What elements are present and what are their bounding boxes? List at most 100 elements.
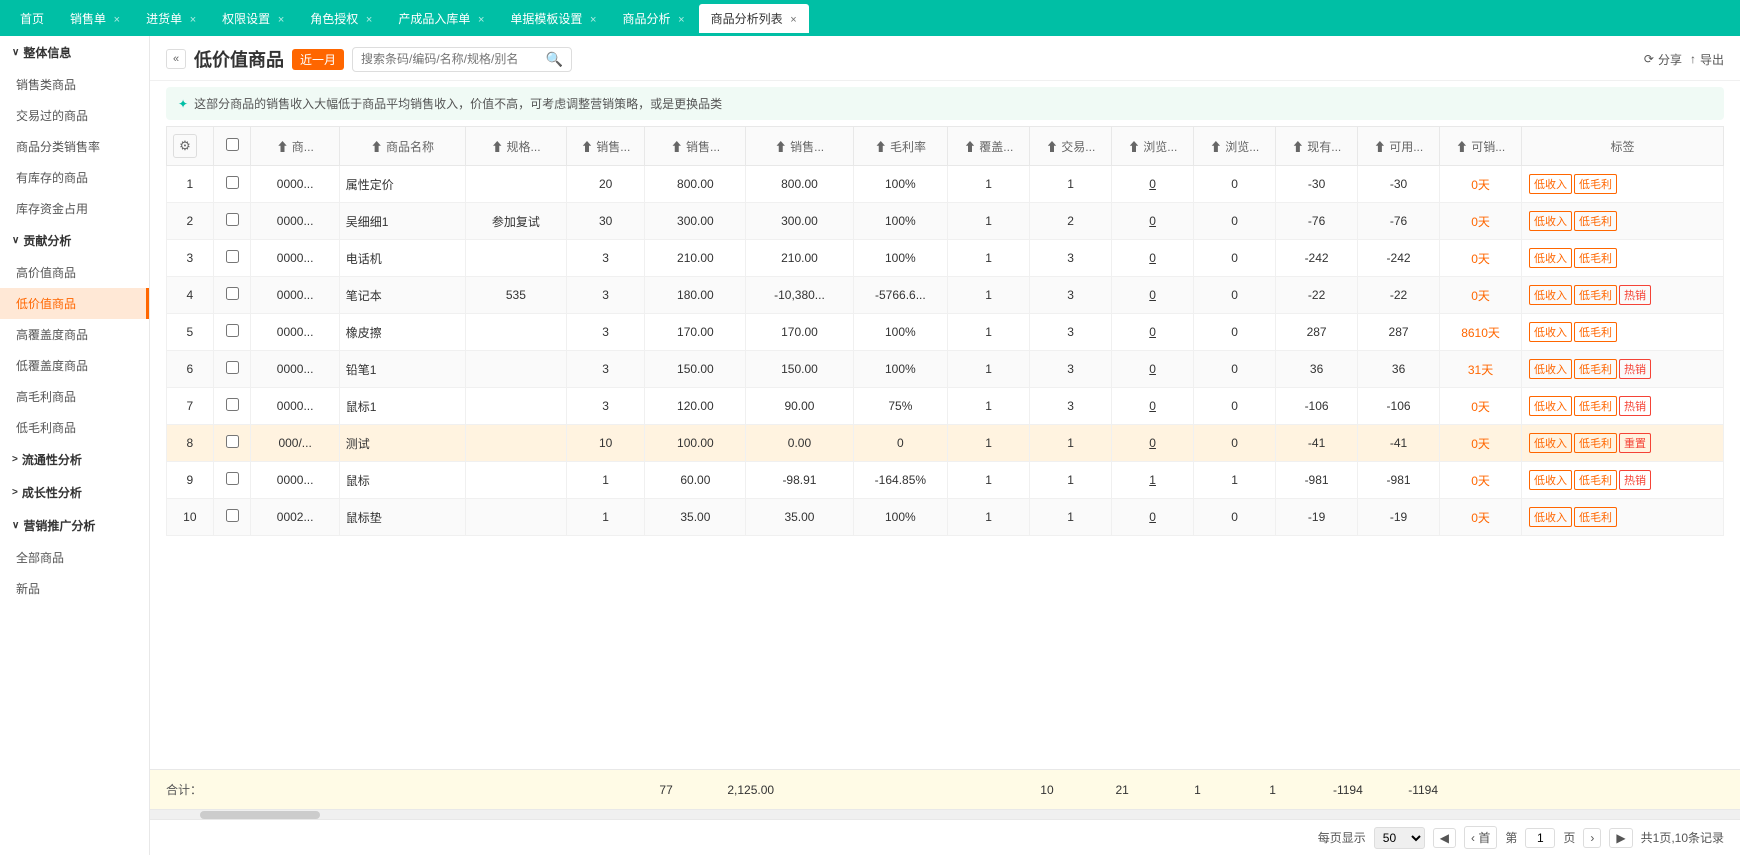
nav-item-sales[interactable]: 销售单 × [58, 4, 132, 33]
sidebar-item-low-value[interactable]: 低价值商品 [0, 288, 149, 319]
nav-close-permissions[interactable]: × [278, 14, 284, 26]
col-tags: 标签 [1522, 127, 1724, 166]
cell-browse1[interactable]: 0 [1112, 203, 1194, 240]
nav-close-purchase[interactable]: × [190, 14, 196, 26]
sidebar-item-new-goods[interactable]: 新品 [0, 573, 149, 604]
cell-tags: 低收入低毛利热销 [1522, 388, 1724, 425]
cell-browse1[interactable]: 1 [1112, 462, 1194, 499]
sidebar-group-circulation[interactable]: > 流通性分析 [0, 443, 149, 476]
cell-num: 6 [167, 351, 214, 388]
cell-checkbox[interactable] [213, 425, 251, 462]
cell-browse1[interactable]: 0 [1112, 388, 1194, 425]
nav-item-product-in[interactable]: 产成品入库单 × [386, 4, 496, 33]
cell-checkbox[interactable] [213, 351, 251, 388]
cell-checkbox[interactable] [213, 388, 251, 425]
col-name: ⬆ 商品名称 [339, 127, 465, 166]
row-checkbox[interactable] [226, 398, 239, 411]
footer-available: -1194 [1386, 783, 1461, 797]
page-input[interactable] [1525, 828, 1555, 848]
cell-sales-profit: -98.91 [746, 462, 853, 499]
cell-current: -76 [1276, 203, 1358, 240]
col-settings[interactable]: ⚙ [167, 127, 214, 166]
arrow-overall: ∨ [12, 47, 19, 58]
sidebar-item-low-margin[interactable]: 低毛利商品 [0, 412, 149, 443]
per-page-select[interactable]: 50 100 200 [1374, 827, 1425, 849]
nav-item-purchase[interactable]: 进货单 × [134, 4, 208, 33]
share-button[interactable]: ⟳ 分享 [1644, 51, 1682, 68]
sidebar-group-overall[interactable]: ∨ 整体信息 [0, 36, 149, 69]
sidebar-group-growth[interactable]: > 成长性分析 [0, 476, 149, 509]
nav-item-template[interactable]: 单据模板设置 × [498, 4, 608, 33]
cell-browse1[interactable]: 0 [1112, 499, 1194, 536]
sidebar-item-category-rate[interactable]: 商品分类销售率 [0, 131, 149, 162]
row-checkbox[interactable] [226, 324, 239, 337]
nav-close-analysis[interactable]: × [678, 14, 684, 26]
nav-item-analysis-list[interactable]: 商品分析列表 × [699, 4, 809, 33]
tag: 低收入 [1529, 322, 1572, 342]
nav-close-analysis-list[interactable]: × [790, 14, 796, 26]
cell-checkbox[interactable] [213, 277, 251, 314]
row-checkbox[interactable] [226, 213, 239, 226]
nav-item-analysis[interactable]: 商品分析 × [610, 4, 696, 33]
cell-checkbox[interactable] [213, 240, 251, 277]
first-page-btn[interactable]: ◀ [1433, 828, 1456, 848]
cell-browse1[interactable]: 0 [1112, 425, 1194, 462]
cell-browse1[interactable]: 0 [1112, 166, 1194, 203]
next-page-btn[interactable]: › [1583, 828, 1601, 848]
row-checkbox[interactable] [226, 509, 239, 522]
bottom-scrollbar[interactable] [150, 809, 1740, 819]
col-checkbox-header[interactable] [213, 127, 251, 166]
period-button[interactable]: 近一月 [292, 49, 344, 70]
nav-item-permissions[interactable]: 权限设置 × [210, 4, 296, 33]
settings-icon[interactable]: ⚙ [173, 134, 197, 158]
search-box[interactable]: 🔍 [352, 47, 572, 72]
cell-browse1[interactable]: 0 [1112, 351, 1194, 388]
cell-name: 属性定价 [339, 166, 465, 203]
sidebar-group-marketing[interactable]: ∨ 营销推广分析 [0, 509, 149, 542]
cell-checkbox[interactable] [213, 499, 251, 536]
nav-item-home[interactable]: 首页 [8, 4, 56, 33]
sidebar-group-contribution[interactable]: ∨ 贡献分析 [0, 224, 149, 257]
collapse-btn[interactable]: « [166, 49, 186, 69]
nav-close-product-in[interactable]: × [478, 14, 484, 26]
cell-spec [465, 425, 566, 462]
sidebar-item-high-value[interactable]: 高价值商品 [0, 257, 149, 288]
cell-checkbox[interactable] [213, 462, 251, 499]
footer-coverage: 10 [1009, 783, 1084, 797]
cell-checkbox[interactable] [213, 166, 251, 203]
sidebar-item-sales-goods[interactable]: 销售类商品 [0, 69, 149, 100]
sidebar-item-stock-fund[interactable]: 库存资金占用 [0, 193, 149, 224]
nav-item-roles[interactable]: 角色授权 × [298, 4, 384, 33]
sidebar-item-traded-goods[interactable]: 交易过的商品 [0, 100, 149, 131]
row-checkbox[interactable] [226, 250, 239, 263]
sidebar-item-high-margin[interactable]: 高毛利商品 [0, 381, 149, 412]
cell-coverage: 1 [948, 388, 1030, 425]
cell-checkbox[interactable] [213, 314, 251, 351]
nav-close-sales[interactable]: × [114, 14, 120, 26]
cell-browse1[interactable]: 0 [1112, 314, 1194, 351]
sidebar-item-low-coverage[interactable]: 低覆盖度商品 [0, 350, 149, 381]
prev-page-btn[interactable]: ‹ 首 [1464, 826, 1497, 849]
nav-close-roles[interactable]: × [366, 14, 372, 26]
cell-num: 3 [167, 240, 214, 277]
select-all-checkbox[interactable] [226, 138, 239, 151]
cell-checkbox[interactable] [213, 203, 251, 240]
cell-current: -981 [1276, 462, 1358, 499]
sidebar-item-stock-goods[interactable]: 有库存的商品 [0, 162, 149, 193]
cell-sales-qty: 3 [566, 314, 645, 351]
tag: 重置 [1619, 433, 1651, 453]
last-page-btn[interactable]: ▶ [1609, 828, 1632, 848]
row-checkbox[interactable] [226, 435, 239, 448]
search-input[interactable] [361, 52, 542, 66]
row-checkbox[interactable] [226, 361, 239, 374]
cell-browse1[interactable]: 0 [1112, 240, 1194, 277]
cell-trade: 1 [1030, 462, 1112, 499]
row-checkbox[interactable] [226, 287, 239, 300]
sidebar-item-high-coverage[interactable]: 高覆盖度商品 [0, 319, 149, 350]
export-button[interactable]: ↑ 导出 [1690, 51, 1724, 68]
row-checkbox[interactable] [226, 176, 239, 189]
row-checkbox[interactable] [226, 472, 239, 485]
cell-browse1[interactable]: 0 [1112, 277, 1194, 314]
nav-close-template[interactable]: × [590, 14, 596, 26]
sidebar-item-all-goods[interactable]: 全部商品 [0, 542, 149, 573]
